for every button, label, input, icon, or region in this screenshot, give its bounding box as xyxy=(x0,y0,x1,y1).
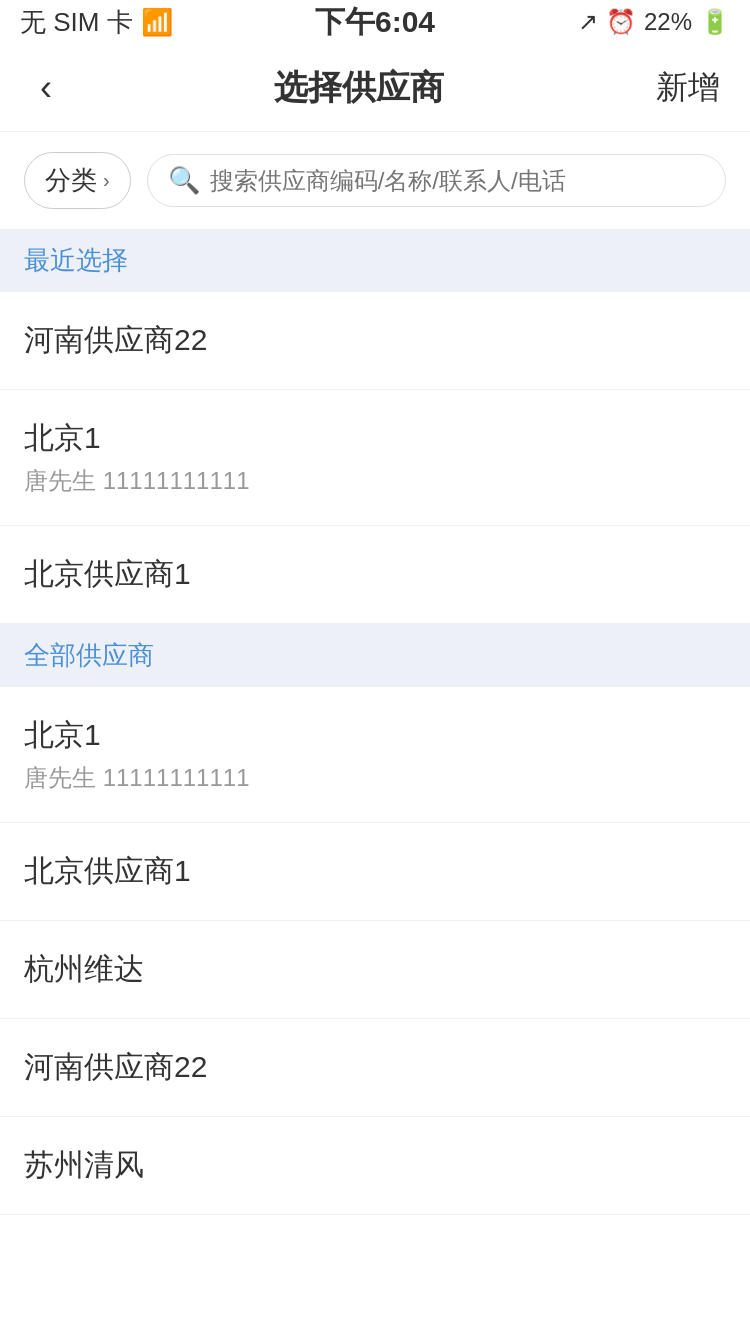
all-section-label: 全部供应商 xyxy=(24,640,154,670)
status-time: 下午6:04 xyxy=(315,2,435,43)
recent-section-header: 最近选择 xyxy=(0,229,750,292)
item-sub: 唐先生 11111111111 xyxy=(24,762,726,794)
item-name: 苏州清风 xyxy=(24,1145,726,1186)
search-input[interactable] xyxy=(210,167,705,195)
list-item[interactable]: 北京1 唐先生 11111111111 xyxy=(0,390,750,526)
item-name: 杭州维达 xyxy=(24,949,726,990)
list-item[interactable]: 河南供应商22 xyxy=(0,1019,750,1117)
location-icon: ↗ xyxy=(578,8,598,36)
battery-level: 22% xyxy=(644,8,692,36)
all-list: 北京1 唐先生 11111111111 北京供应商1 杭州维达河南供应商22 苏州清风 xyxy=(0,687,750,1215)
search-box[interactable]: 🔍 xyxy=(147,154,726,207)
chevron-right-icon: › xyxy=(103,169,110,192)
search-icon: 🔍 xyxy=(168,165,200,196)
status-right: ↗ ⏰ 22% 🔋 xyxy=(578,8,730,36)
battery-icon: 🔋 xyxy=(700,8,730,36)
status-bar: 无 SIM 卡 📶 下午6:04 ↗ ⏰ 22% 🔋 xyxy=(0,0,750,44)
status-left: 无 SIM 卡 📶 xyxy=(20,5,173,40)
alarm-icon: ⏰ xyxy=(606,8,636,36)
add-button[interactable]: 新增 xyxy=(656,66,720,110)
item-sub: 唐先生 11111111111 xyxy=(24,465,726,497)
recent-list: 河南供应商22 北京1 唐先生 11111111111 北京供应商1 xyxy=(0,292,750,624)
category-label: 分类 xyxy=(45,163,97,198)
list-item[interactable]: 北京供应商1 xyxy=(0,526,750,624)
sim-status: 无 SIM 卡 xyxy=(20,5,133,40)
recent-section-label: 最近选择 xyxy=(24,245,128,275)
list-item[interactable]: 杭州维达 xyxy=(0,921,750,1019)
back-button[interactable]: ‹ xyxy=(30,57,62,119)
list-item[interactable]: 北京1 唐先生 11111111111 xyxy=(0,687,750,823)
item-name: 北京供应商1 xyxy=(24,851,726,892)
item-name: 北京供应商1 xyxy=(24,554,726,595)
item-name: 河南供应商22 xyxy=(24,1047,726,1088)
item-name: 河南供应商22 xyxy=(24,320,726,361)
search-area: 分类 › 🔍 xyxy=(0,132,750,229)
item-name: 北京1 xyxy=(24,715,726,756)
nav-bar: ‹ 选择供应商 新增 xyxy=(0,44,750,132)
list-item[interactable]: 苏州清风 xyxy=(0,1117,750,1215)
all-section-header: 全部供应商 xyxy=(0,624,750,687)
item-name: 北京1 xyxy=(24,418,726,459)
page-title: 选择供应商 xyxy=(274,65,444,111)
wifi-icon: 📶 xyxy=(141,7,173,38)
list-item[interactable]: 北京供应商1 xyxy=(0,823,750,921)
list-item[interactable]: 河南供应商22 xyxy=(0,292,750,390)
category-button[interactable]: 分类 › xyxy=(24,152,131,209)
